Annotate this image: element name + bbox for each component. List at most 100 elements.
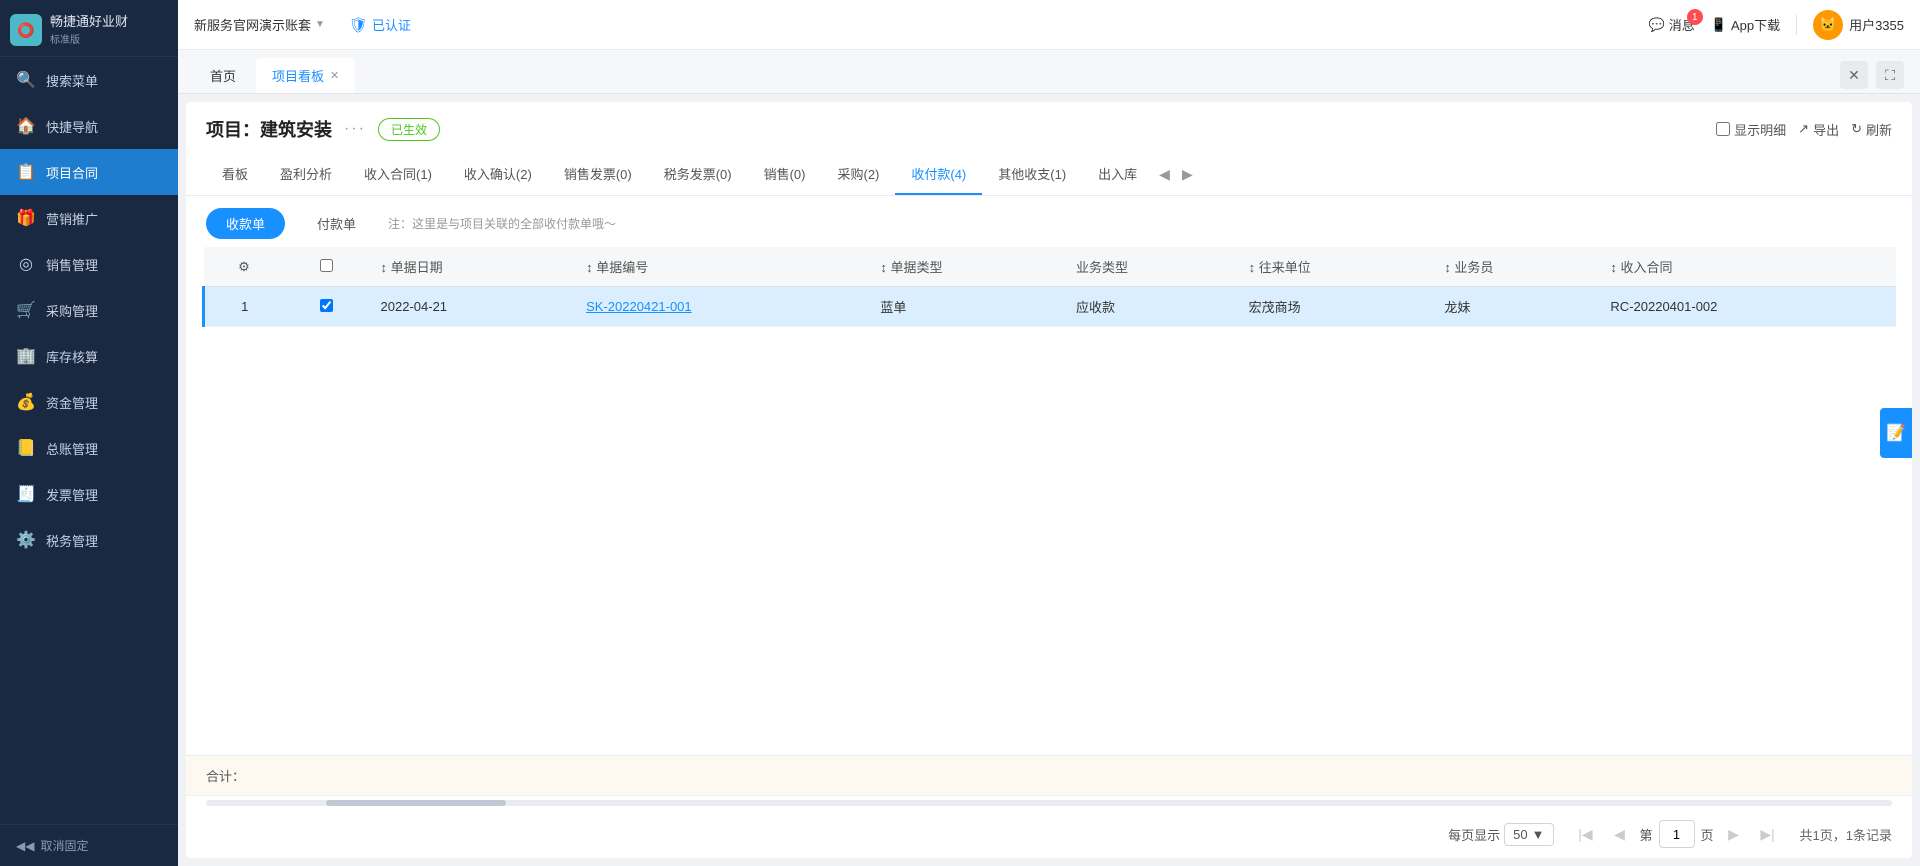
table-header-row: ⚙ ↕ 单据日期 ↕ 单据编号 ↕ 单据类型 [204, 247, 1897, 287]
th-biz-type: 业务类型 [1064, 247, 1237, 287]
last-page-button[interactable]: ▶| [1754, 820, 1782, 848]
sidebar-item-search[interactable]: 🔍 搜索菜单 [0, 57, 178, 103]
tab-project-board[interactable]: 项目看板 ✕ [256, 58, 355, 93]
subtabs-next-arrow[interactable]: ▶ [1176, 158, 1199, 191]
subtab-kanban[interactable]: 看板 [206, 154, 264, 195]
search-icon: 🔍 [16, 70, 36, 90]
home-icon: 🏠 [16, 116, 36, 136]
inventory-icon: 🏢 [16, 346, 36, 366]
sidebar-label-invoice: 发票管理 [46, 485, 98, 504]
td-doc-type: 蓝单 [868, 287, 1064, 327]
scroll-thumb[interactable] [326, 800, 506, 806]
page-title-prefix: 项目： [206, 120, 260, 140]
subtab-income-contract[interactable]: 收入合同(1) [348, 154, 448, 195]
sidebar-label-purchase: 采购管理 [46, 301, 98, 320]
ledger-icon: 📒 [16, 438, 36, 458]
th-date[interactable]: ↕ 单据日期 [369, 247, 575, 287]
th-number[interactable]: ↕ 单据编号 [574, 247, 868, 287]
message-badge: 1 [1687, 9, 1703, 25]
subtab-other-expense[interactable]: 其他收支(1) [982, 154, 1082, 195]
sidebar-footer-unpin[interactable]: ◀◀ 取消固定 [0, 824, 178, 866]
th-income-contract-label: ↕ 收入合同 [1610, 260, 1672, 275]
page-header-actions: 显示明细 ↗ 导出 ↻ 刷新 [1716, 120, 1892, 139]
show-detail-input[interactable] [1716, 122, 1730, 136]
horizontal-scrollbar[interactable] [186, 795, 1912, 810]
sidebar-item-marketing[interactable]: 🎁 营销推广 [0, 195, 178, 241]
tab-close-icon[interactable]: ✕ [330, 69, 339, 82]
th-checkbox [284, 247, 368, 287]
switch-tabs: 收款单 付款单 注：这里是与项目关联的全部收付款单哦～ [186, 196, 1912, 247]
page-title: 项目：建筑安装 [206, 116, 332, 142]
first-page-button[interactable]: |◀ [1572, 820, 1600, 848]
page-size-dropdown[interactable]: 50 ▼ [1504, 823, 1553, 846]
th-partner[interactable]: ↕ 往来单位 [1237, 247, 1433, 287]
receipt-tab-button[interactable]: 收款单 [206, 208, 285, 239]
sidebar-item-shortcut[interactable]: 🏠 快捷导航 [0, 103, 178, 149]
sidebar-label-marketing: 营销推广 [46, 209, 98, 228]
select-all-checkbox[interactable] [320, 259, 333, 272]
refresh-button[interactable]: ↻ 刷新 [1851, 120, 1892, 139]
subtab-warehouse[interactable]: 出入库 [1082, 154, 1153, 195]
page-size-label: 每页显示 [1448, 825, 1500, 844]
sidebar-item-sales[interactable]: ◎ 销售管理 [0, 241, 178, 287]
row-checkbox[interactable] [320, 299, 333, 312]
page-unit: 页 [1701, 825, 1714, 844]
page-number-input[interactable] [1659, 820, 1695, 848]
topbar: 新服务官网演示账套 ▼ 🛡 已认证 💬 消息 1 📱 App下载 🐱 用户335… [178, 0, 1920, 50]
next-page-button[interactable]: ▶ [1720, 820, 1748, 848]
export-button[interactable]: ↗ 导出 [1798, 120, 1839, 139]
td-salesperson: 龙妹 [1432, 287, 1598, 327]
tab-close-window-button[interactable]: ✕ [1840, 61, 1868, 89]
th-doc-type[interactable]: ↕ 单据类型 [868, 247, 1064, 287]
verified-shield-icon: 🛡 [349, 16, 368, 34]
refresh-icon: ↻ [1851, 121, 1862, 137]
td-checkbox[interactable] [284, 287, 368, 327]
subtab-purchase[interactable]: 采购(2) [821, 154, 895, 195]
export-icon: ↗ [1798, 121, 1809, 137]
subtab-tax-invoice[interactable]: 税务发票(0) [648, 154, 748, 195]
prev-page-button[interactable]: ◀ [1606, 820, 1634, 848]
subtab-sales[interactable]: 销售(0) [748, 154, 822, 195]
gift-icon: 🎁 [16, 208, 36, 228]
doc-number-link[interactable]: SK-20220421-001 [586, 299, 692, 314]
tab-maximize-button[interactable]: ⛶ [1876, 61, 1904, 89]
topbar-right: 💬 消息 1 📱 App下载 🐱 用户3355 [1649, 10, 1904, 40]
td-number[interactable]: SK-20220421-001 [574, 287, 868, 327]
pagination: 每页显示 50 ▼ |◀ ◀ 第 页 ▶ ▶| 共1页，1条记录 [186, 810, 1912, 858]
th-settings[interactable]: ⚙ [204, 247, 285, 287]
topbar-user[interactable]: 🐱 用户3355 [1813, 10, 1904, 40]
data-table: ⚙ ↕ 单据日期 ↕ 单据编号 ↕ 单据类型 [202, 247, 1896, 327]
sidebar-item-inventory[interactable]: 🏢 库存核算 [0, 333, 178, 379]
th-doc-type-label: ↕ 单据类型 [880, 260, 942, 275]
th-partner-label: ↕ 往来单位 [1249, 260, 1311, 275]
sidebar-item-finance[interactable]: 💰 资金管理 [0, 379, 178, 425]
topbar-message[interactable]: 💬 消息 1 [1649, 15, 1695, 34]
subtab-income-confirm[interactable]: 收入确认(2) [448, 154, 548, 195]
export-label: 导出 [1813, 120, 1839, 139]
sidebar-item-tax[interactable]: ⚙️ 税务管理 [0, 517, 178, 563]
table-row[interactable]: 1 2022-04-21 SK-20220421-001 蓝单 应收款 宏茂商场… [204, 287, 1897, 327]
sidebar: ⭕ 畅捷通好业财 标准版 🔍 搜索菜单 🏠 快捷导航 📋 项目合同 🎁 营销推广… [0, 0, 178, 866]
topbar-app-download[interactable]: 📱 App下载 [1711, 15, 1780, 34]
th-income-contract[interactable]: ↕ 收入合同 [1598, 247, 1896, 287]
right-float-action-button[interactable]: 📝 [1880, 408, 1912, 458]
user-label: 用户3355 [1849, 15, 1904, 34]
sidebar-item-ledger[interactable]: 📒 总账管理 [0, 425, 178, 471]
show-detail-checkbox[interactable]: 显示明细 [1716, 120, 1786, 139]
sidebar-title: 畅捷通好业财 [50, 14, 128, 31]
payment-tab-button[interactable]: 付款单 [297, 208, 376, 239]
th-salesperson[interactable]: ↕ 业务员 [1432, 247, 1598, 287]
subtabs-prev-arrow[interactable]: ◀ [1153, 158, 1176, 191]
sidebar-item-invoice[interactable]: 🧾 发票管理 [0, 471, 178, 517]
sidebar-item-purchase[interactable]: 🛒 采购管理 [0, 287, 178, 333]
sidebar-subtitle: 标准版 [50, 31, 128, 46]
topbar-left: 新服务官网演示账套 ▼ 🛡 已认证 [194, 15, 1637, 34]
subtab-receipts[interactable]: 收付款(4) [895, 154, 982, 195]
invoice-icon: 🧾 [16, 484, 36, 504]
subtab-profit[interactable]: 盈利分析 [264, 154, 348, 195]
topbar-account[interactable]: 新服务官网演示账套 ▼ [194, 15, 325, 34]
subtab-sales-invoice[interactable]: 销售发票(0) [548, 154, 648, 195]
tab-home[interactable]: 首页 [194, 58, 252, 93]
sidebar-item-contract[interactable]: 📋 项目合同 [0, 149, 178, 195]
more-options-icon[interactable]: ··· [344, 120, 366, 138]
